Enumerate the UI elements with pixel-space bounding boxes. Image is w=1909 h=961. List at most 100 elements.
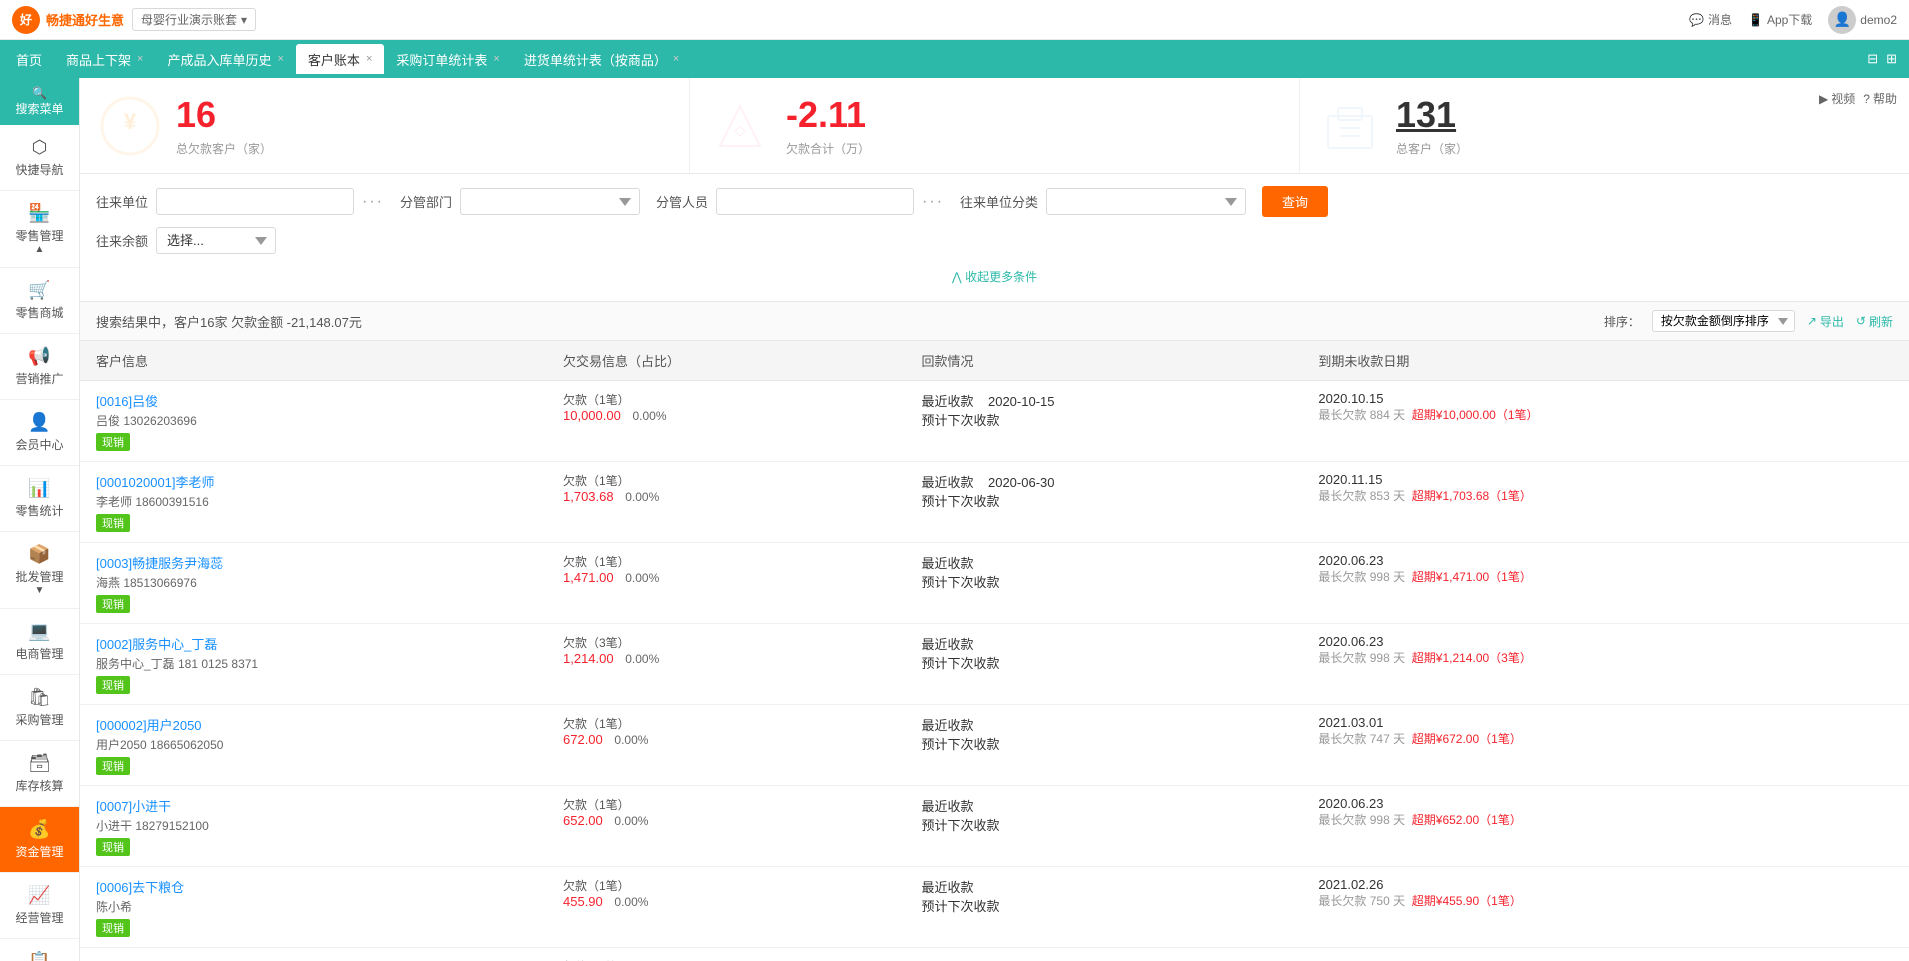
person-input[interactable] [716, 188, 914, 215]
sidebar-search-button[interactable]: 🔍 搜索菜单 [0, 78, 79, 125]
customer-phone-6: 陈小希 [96, 898, 531, 915]
unit-category-select[interactable] [1046, 188, 1246, 215]
close-icon[interactable]: × [366, 53, 372, 65]
sidebar-item-label: 批发管理 [15, 568, 63, 585]
help-button[interactable]: ? 帮助 [1863, 90, 1897, 107]
sort-select[interactable]: 按欠款金额倒序排序 [1652, 310, 1795, 332]
customer-code-2: [0003] [96, 556, 132, 571]
sidebar-item-inventory[interactable]: 🗃 库存核算 [0, 741, 79, 807]
query-button[interactable]: 查询 [1262, 186, 1328, 217]
tab-home[interactable]: 首页 [4, 44, 54, 74]
balance-select[interactable]: 选择... [156, 227, 276, 254]
user-menu-button[interactable]: 👤 demo2 [1828, 6, 1897, 34]
cell-due-date-5: 2020.06.23 最长欠款 998 天 超期¥652.00（1笔） [1302, 786, 1909, 867]
overdue-link-5[interactable]: 超期¥652.00（1笔） [1412, 813, 1522, 827]
sidebar-item-retail-stats[interactable]: 📊 零售统计 [0, 466, 79, 532]
finance-icon: 💰 [28, 819, 50, 840]
balance-label: 往来余额 [96, 231, 148, 250]
customer-tag-4: 现销 [96, 757, 130, 775]
customer-name-link-0[interactable]: 吕俊 [132, 394, 158, 409]
overdue-percent-3: 0.00% [625, 652, 659, 666]
top-bar-right: 💬 消息 📱 App下载 👤 demo2 [1689, 6, 1897, 34]
tab-goods-stats-label: 进货单统计表（按商品） [524, 50, 667, 69]
tab-product-history-label: 产成品入库单历史 [167, 50, 271, 69]
ecommerce-icon: 💻 [28, 621, 50, 642]
due-date-0: 2020.10.15 [1318, 391, 1893, 406]
sidebar-item-ecommerce[interactable]: 💻 电商管理 [0, 609, 79, 675]
message-button[interactable]: 💬 消息 [1689, 11, 1732, 28]
overdue-amount-4: 672.00 [563, 732, 603, 747]
main-layout: 🔍 搜索菜单 ⬡ 快捷导航 🏪 零售管理 ▲ 🛒 零售商城 📢 营销推广 👤 会… [0, 78, 1909, 961]
collapse-button[interactable]: ⋀ 收起更多条件 [96, 264, 1893, 289]
sidebar: 🔍 搜索菜单 ⬡ 快捷导航 🏪 零售管理 ▲ 🛒 零售商城 📢 营销推广 👤 会… [0, 78, 80, 961]
sidebar-item-basic-info[interactable]: 📋 基础信息 [0, 939, 79, 961]
next-collect-label-0: 预计下次收款 [922, 410, 1287, 429]
brand-name: 畅捷通好生意 [46, 10, 124, 29]
customer-name-link-5[interactable]: 小进干 [132, 799, 171, 814]
sidebar-item-member[interactable]: 👤 会员中心 [0, 400, 79, 466]
overdue-link-2[interactable]: 超期¥1,471.00（1笔） [1412, 570, 1532, 584]
wholesale-icon: 📦 [28, 544, 50, 565]
refresh-button[interactable]: ↺ 刷新 [1856, 313, 1893, 330]
overdue-count-2: 欠款（1笔） [563, 553, 890, 570]
sidebar-item-label: 采购管理 [15, 711, 63, 728]
next-collect-label-2: 预计下次收款 [922, 572, 1287, 591]
view-video-button[interactable]: ▶ 视频 [1819, 90, 1855, 107]
sidebar-item-wholesale[interactable]: 📦 批发管理 ▼ [0, 532, 79, 609]
last-collect-label-3: 最近收款 [922, 634, 1287, 653]
app-download-button[interactable]: 📱 App下载 [1748, 11, 1812, 28]
close-icon[interactable]: × [137, 53, 143, 65]
next-collect-label-1: 预计下次收款 [922, 491, 1287, 510]
sidebar-item-finance[interactable]: 💰 资金管理 [0, 807, 79, 873]
cell-collection-1: 最近收款 2020-06-30 预计下次收款 [906, 462, 1303, 543]
customer-name-link-1[interactable]: 李老师 [176, 475, 215, 490]
basic-info-icon: 📋 [28, 951, 50, 961]
sidebar-item-purchase[interactable]: 🛍 采购管理 [0, 675, 79, 741]
maximize-icon[interactable]: ⊞ [1886, 51, 1897, 67]
customer-name-link-2[interactable]: 畅捷服务尹海蕊 [132, 556, 223, 571]
customer-tag-0: 现销 [96, 433, 130, 451]
close-icon[interactable]: × [673, 53, 679, 65]
person-dots[interactable]: ··· [922, 193, 944, 211]
sidebar-item-business[interactable]: 📈 经营管理 [0, 873, 79, 939]
cell-due-date-3: 2020.06.23 最长欠款 998 天 超期¥1,214.00（3笔） [1302, 624, 1909, 705]
overdue-link-3[interactable]: 超期¥1,214.00（3笔） [1412, 651, 1532, 665]
play-icon: ▶ [1819, 92, 1828, 106]
overdue-link-1[interactable]: 超期¥1,703.68（1笔） [1412, 489, 1532, 503]
dept-select[interactable] [460, 188, 640, 215]
customer-name-link-6[interactable]: 去下粮仓 [132, 880, 184, 895]
tab-purchase-order[interactable]: 采购订单统计表 × [384, 44, 511, 74]
avatar: 👤 [1828, 6, 1856, 34]
table-row: [0003]畅捷服务尹海蕊 海燕 18513066976 现销 欠款（1笔） 1… [80, 543, 1909, 624]
tab-customer-account[interactable]: 客户账本 × [296, 44, 384, 74]
restore-icon[interactable]: ⊟ [1867, 51, 1878, 67]
overdue-link-4[interactable]: 超期¥672.00（1笔） [1412, 732, 1522, 746]
close-icon[interactable]: × [493, 53, 499, 65]
tab-goods-stats[interactable]: 进货单统计表（按商品） × [512, 44, 691, 74]
overdue-link-0[interactable]: 超期¥10,000.00（1笔） [1412, 408, 1539, 422]
sort-label: 排序： [1604, 313, 1640, 330]
tab-product-history[interactable]: 产成品入库单历史 × [155, 44, 295, 74]
purchase-icon: 🛍 [28, 687, 51, 708]
tenant-selector[interactable]: 母婴行业演示账套 ▾ [132, 8, 256, 31]
customer-code-0: [0016] [96, 394, 132, 409]
sidebar-item-label: 资金管理 [15, 843, 63, 860]
sidebar-item-retail-mall[interactable]: 🛒 零售商城 [0, 268, 79, 334]
sidebar-search-label: 搜索菜单 [8, 100, 71, 117]
expand-arrow-icon: ▼ [35, 585, 45, 596]
export-button[interactable]: ↗ 导出 [1807, 313, 1844, 330]
sidebar-item-label: 库存核算 [15, 777, 63, 794]
overdue-link-6[interactable]: 超期¥455.90（1笔） [1412, 894, 1522, 908]
close-icon[interactable]: × [277, 53, 283, 65]
customer-phone-4: 用户2050 18665062050 [96, 736, 531, 753]
sidebar-item-retail-mgmt[interactable]: 🏪 零售管理 ▲ [0, 191, 79, 268]
refresh-label: 刷新 [1869, 313, 1893, 330]
customer-name-link-4[interactable]: 用户2050 [147, 718, 202, 733]
col-header-customer-info: 客户信息 [80, 341, 547, 381]
source-unit-input[interactable] [156, 188, 354, 215]
source-unit-dots[interactable]: ··· [362, 193, 384, 211]
sidebar-item-marketing[interactable]: 📢 营销推广 [0, 334, 79, 400]
customer-name-link-3[interactable]: 服务中心_丁磊 [132, 637, 217, 652]
tab-product-shelf[interactable]: 商品上下架 × [54, 44, 155, 74]
sidebar-item-quick-nav[interactable]: ⬡ 快捷导航 [0, 125, 79, 191]
